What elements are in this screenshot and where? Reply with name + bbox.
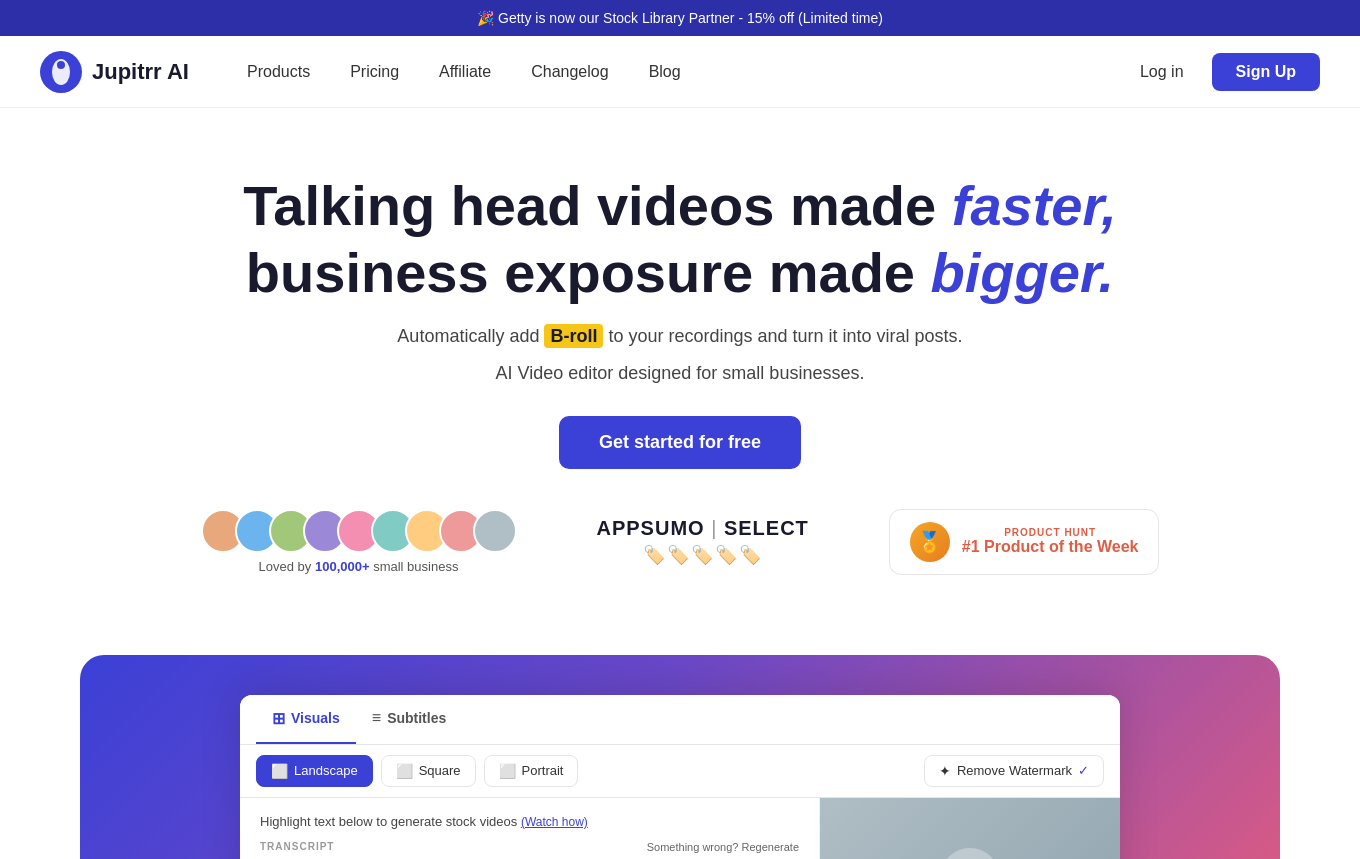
- ph-label: PRODUCT HUNT: [962, 527, 1139, 538]
- hero-subtitle2: AI Video editor designed for small busin…: [20, 359, 1340, 388]
- checkmark-icon: ✓: [1078, 763, 1089, 778]
- appsumo-emojis: 🏷️🏷️🏷️🏷️🏷️: [643, 544, 763, 566]
- loved-suffix: small business: [370, 559, 459, 574]
- portrait-button[interactable]: ⬜ Portrait: [484, 755, 579, 787]
- watch-how-link[interactable]: (Watch how): [521, 815, 588, 829]
- appsumo-badge: APPSUMO | SELECT 🏷️🏷️🏷️🏷️🏷️: [597, 517, 809, 566]
- regenerate-label[interactable]: Something wrong? Regenerate: [647, 841, 799, 853]
- avatar: [473, 509, 517, 553]
- landscape-button[interactable]: ⬜ Landscape: [256, 755, 373, 787]
- square-button[interactable]: ⬜ Square: [381, 755, 476, 787]
- nav-products[interactable]: Products: [229, 55, 328, 89]
- loved-text: Loved by 100,000+ small business: [259, 559, 459, 574]
- hero-title-part1: Talking head videos made: [243, 174, 952, 237]
- app-content: Highlight text below to generate stock v…: [240, 798, 1120, 859]
- appsumo-select: SELECT: [724, 517, 809, 539]
- sun-icon: ✦: [939, 763, 951, 779]
- nav-affiliate[interactable]: Affiliate: [421, 55, 509, 89]
- subtitle-part1: Automatically add: [397, 326, 544, 346]
- top-banner: 🎉 Getty is now our Stock Library Partner…: [0, 0, 1360, 36]
- navbar: Jupitrr AI Products Pricing Affiliate Ch…: [0, 36, 1360, 108]
- svg-point-2: [57, 61, 65, 69]
- login-button[interactable]: Log in: [1128, 55, 1196, 89]
- logo-link[interactable]: Jupitrr AI: [40, 51, 189, 93]
- avatars-group: [201, 509, 517, 553]
- portrait-label: Portrait: [522, 763, 564, 778]
- app-tabs: ⊞ Visuals ≡ Subtitles: [240, 695, 1120, 745]
- subtitles-icon: ≡: [372, 709, 381, 727]
- hero-title-accent1: faster,: [952, 174, 1117, 237]
- ph-medal-icon: 🏅: [910, 522, 950, 562]
- broll-highlight: B-roll: [544, 324, 603, 348]
- square-label: Square: [419, 763, 461, 778]
- social-proof: Loved by 100,000+ small business APPSUMO…: [20, 509, 1340, 575]
- loved-count: 100,000+: [315, 559, 370, 574]
- highlight-instruction: Highlight text below to generate stock v…: [260, 814, 799, 829]
- appsumo-pipe: |: [705, 517, 724, 539]
- visuals-icon: ⊞: [272, 709, 285, 728]
- watermark-label: Remove Watermark: [957, 763, 1072, 778]
- square-icon: ⬜: [396, 763, 413, 779]
- signup-button[interactable]: Sign Up: [1212, 53, 1320, 91]
- screenshot-area: ⊞ Visuals ≡ Subtitles ⬜ Landscape ⬜ Squa…: [80, 655, 1280, 859]
- tab-visuals[interactable]: ⊞ Visuals: [256, 695, 356, 744]
- video-thumbnail: ▶: [820, 798, 1120, 859]
- app-left-panel: Highlight text below to generate stock v…: [240, 798, 820, 859]
- nav-actions: Log in Sign Up: [1128, 53, 1320, 91]
- tab-visuals-label: Visuals: [291, 710, 340, 726]
- nav-links: Products Pricing Affiliate Changelog Blo…: [229, 55, 1128, 89]
- ph-text: PRODUCT HUNT #1 Product of the Week: [962, 527, 1139, 556]
- ph-title: #1 Product of the Week: [962, 538, 1139, 556]
- hero-title-accent2: bigger.: [931, 241, 1115, 304]
- play-icon[interactable]: ▶: [940, 848, 1000, 859]
- producthunt-badge: 🏅 PRODUCT HUNT #1 Product of the Week: [889, 509, 1160, 575]
- app-toolbar: ⬜ Landscape ⬜ Square ⬜ Portrait ✦ Remove…: [240, 745, 1120, 798]
- appsumo-brand: APPSUMO: [597, 517, 705, 539]
- hero-cta: Get started for free: [20, 416, 1340, 469]
- avatars-section: Loved by 100,000+ small business: [201, 509, 517, 574]
- transcript-label: TRANSCRIPT: [260, 841, 334, 852]
- logo-text: Jupitrr AI: [92, 59, 189, 85]
- app-window: ⊞ Visuals ≡ Subtitles ⬜ Landscape ⬜ Squa…: [240, 695, 1120, 859]
- transcript-header: TRANSCRIPT Something wrong? Regenerate: [260, 841, 799, 853]
- loved-prefix: Loved by: [259, 559, 315, 574]
- remove-watermark-button[interactable]: ✦ Remove Watermark ✓: [924, 755, 1104, 787]
- hero-title-part2: business exposure made: [246, 241, 931, 304]
- get-started-button[interactable]: Get started for free: [559, 416, 801, 469]
- subtitle-part2: to your recordings and turn it into vira…: [603, 326, 962, 346]
- hero-title: Talking head videos made faster, busines…: [20, 172, 1340, 306]
- logo-icon: [40, 51, 82, 93]
- tab-subtitles-label: Subtitles: [387, 710, 446, 726]
- landscape-label: Landscape: [294, 763, 358, 778]
- hero-section: Talking head videos made faster, busines…: [0, 108, 1360, 615]
- portrait-icon: ⬜: [499, 763, 516, 779]
- nav-changelog[interactable]: Changelog: [513, 55, 626, 89]
- banner-text: 🎉 Getty is now our Stock Library Partner…: [477, 10, 883, 26]
- landscape-icon: ⬜: [271, 763, 288, 779]
- tab-subtitles[interactable]: ≡ Subtitles: [356, 695, 462, 743]
- appsumo-title: APPSUMO | SELECT: [597, 517, 809, 540]
- nav-blog[interactable]: Blog: [631, 55, 699, 89]
- nav-pricing[interactable]: Pricing: [332, 55, 417, 89]
- hero-subtitle1: Automatically add B-roll to your recordi…: [20, 322, 1340, 351]
- app-right-panel: ▶: [820, 798, 1120, 859]
